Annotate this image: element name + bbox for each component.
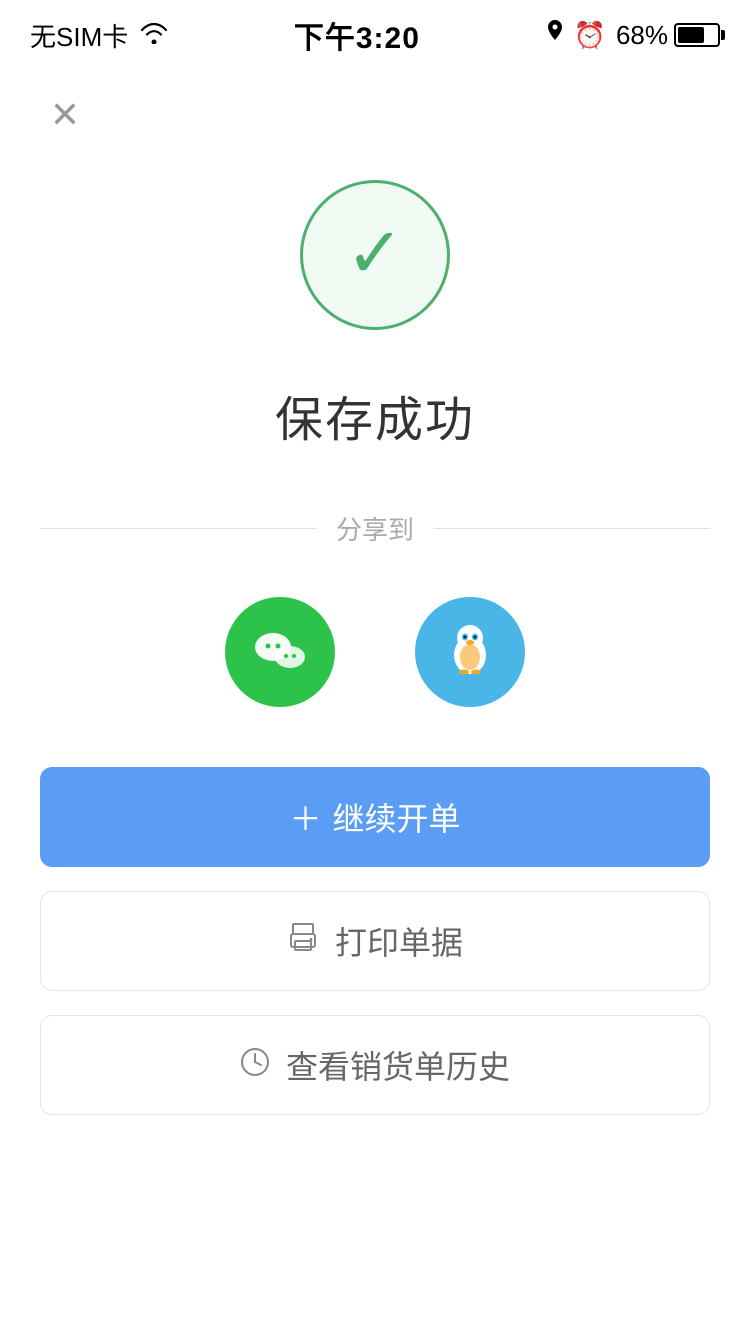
alarm-icon: ⏰ [574,20,606,51]
location-icon [546,20,564,51]
history-button[interactable]: 查看销货单历史 [40,1015,710,1115]
close-icon: ✕ [50,97,80,133]
wifi-icon [140,20,168,51]
qq-share-button[interactable] [415,597,525,707]
share-section: 分享到 [40,510,710,707]
printer-icon [287,923,319,960]
carrier-text: 无SIM卡 [30,17,128,54]
main-content: ✕ ✓ 保存成功 分享到 [0,70,750,1155]
print-label: 打印单据 [335,918,463,964]
success-circle: ✓ [300,180,450,330]
battery-container: 68% [616,20,720,51]
battery-percent: 68% [616,20,668,51]
checkmark-icon: ✓ [346,218,405,288]
wechat-share-button[interactable] [225,597,335,707]
close-button[interactable]: ✕ [40,90,90,140]
history-label: 查看销货单历史 [286,1042,510,1088]
share-icons [40,597,710,707]
plus-icon: ＋ [289,794,321,840]
status-left: 无SIM卡 [30,17,168,54]
share-divider: 分享到 [40,510,710,547]
close-button-container: ✕ [40,90,710,140]
status-bar: 无SIM卡 下午3:20 ⏰ 68% [0,0,750,70]
continue-label: 继续开单 [333,794,461,840]
battery-icon [674,23,720,47]
buttons-section: ＋ 继续开单 打印单据 [40,767,710,1115]
status-right: ⏰ 68% [546,20,720,51]
status-time: 下午3:20 [294,13,420,57]
share-label: 分享到 [336,510,414,547]
continue-button[interactable]: ＋ 继续开单 [40,767,710,867]
clock-icon [240,1047,270,1084]
battery-fill [678,27,704,43]
print-button[interactable]: 打印单据 [40,891,710,991]
success-title: 保存成功 [275,380,475,450]
